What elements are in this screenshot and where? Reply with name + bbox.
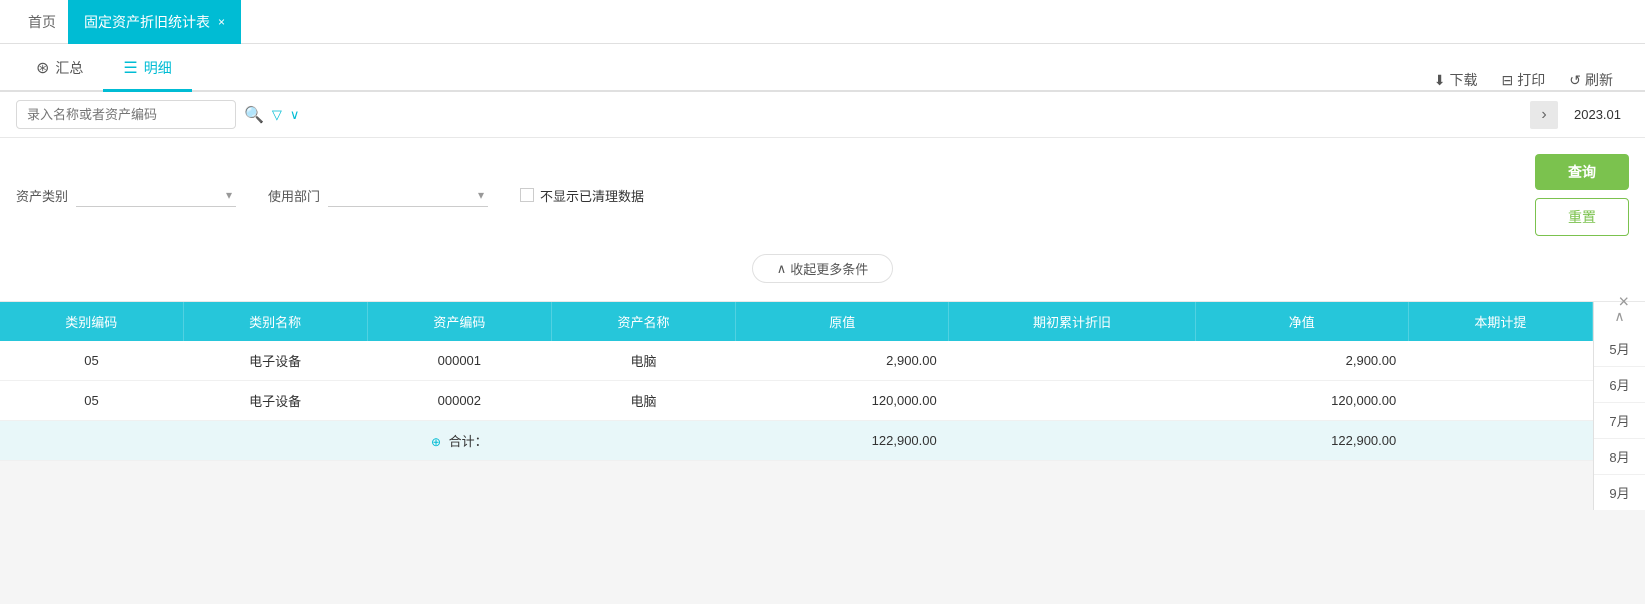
filter-row-1: 资产类别 使用部门 不显示已清理数据 查询 重置 [16, 154, 1629, 236]
month-9[interactable]: 9月 [1594, 475, 1645, 510]
query-button[interactable]: 查询 [1535, 154, 1629, 190]
cell-original-value: 2,900.00 [736, 341, 949, 381]
total-icon-cell [0, 421, 183, 461]
data-table: 类别编码 类别名称 资产编码 资产名称 原值 期初累计折旧 净值 本期计提 05… [0, 302, 1593, 461]
cell-accum-deprec [949, 381, 1195, 421]
print-icon: ⊟ [1502, 72, 1514, 89]
cell-asset-name: 电脑 [551, 341, 735, 381]
col-accum-deprec: 期初累计折旧 [949, 302, 1195, 341]
close-tab-button[interactable]: × [218, 15, 225, 29]
category-label: 资产类别 [16, 186, 68, 205]
month-6[interactable]: 6月 [1594, 367, 1645, 403]
exclude-cleared-label: 不显示已清理数据 [540, 186, 644, 205]
download-button[interactable]: ⬇ 下载 [1434, 70, 1478, 90]
month-5[interactable]: 5月 [1594, 331, 1645, 367]
search-icon[interactable]: 🔍 [244, 105, 264, 125]
cell-current-period [1408, 381, 1592, 421]
total-net-value: 122,900.00 [1195, 421, 1408, 461]
cell-asset-name: 电脑 [551, 381, 735, 421]
print-label: 打印 [1517, 70, 1545, 90]
content-area: 类别编码 类别名称 资产编码 资产名称 原值 期初累计折旧 净值 本期计提 05… [0, 302, 1645, 510]
tab-summary[interactable]: ⊛ 汇总 [16, 46, 103, 92]
collapse-bar: ∧ 收起更多条件 [16, 248, 1629, 293]
department-filter: 使用部门 [268, 183, 488, 207]
checkbox-box [520, 188, 534, 202]
top-nav: 首页 固定资产折旧统计表 × × [0, 0, 1645, 44]
print-button[interactable]: ⊟ 打印 [1502, 70, 1546, 90]
expand-panel-button[interactable]: › [1530, 101, 1558, 129]
cell-cat-code: 05 [0, 341, 183, 381]
cell-asset-code: 000001 [367, 341, 551, 381]
department-select-wrapper [328, 183, 488, 207]
tab-detail-label: 明细 [144, 58, 172, 78]
filter-icon: ▽ [272, 107, 282, 123]
filter-bar: 🔍 ▽ ∨ › 2023.01 [0, 92, 1645, 138]
cell-cat-code: 05 [0, 381, 183, 421]
total-row: ⊕ 合计： 122,900.00 122,900.00 [0, 421, 1593, 461]
date-display: 2023.01 [1566, 107, 1629, 122]
table-body: 05 电子设备 000001 电脑 2,900.00 2,900.00 05 电… [0, 341, 1593, 461]
detail-icon: ☰ [123, 58, 137, 78]
collapse-label: 收起更多条件 [790, 259, 868, 278]
department-select[interactable] [328, 183, 488, 207]
toolbar-actions: ⬇ 下载 ⊟ 打印 ↺ 刷新 [1434, 70, 1629, 90]
summary-icon: ⊛ [36, 58, 49, 78]
collapse-icon: ∧ [777, 261, 787, 277]
cell-asset-code: 000002 [367, 381, 551, 421]
cell-original-value: 120,000.00 [736, 381, 949, 421]
filter-actions: 查询 重置 [1535, 154, 1629, 236]
col-current-period: 本期计提 [1408, 302, 1592, 341]
cell-current-period [1408, 341, 1592, 381]
month-7[interactable]: 7月 [1594, 403, 1645, 439]
data-table-container: 类别编码 类别名称 资产编码 资产名称 原值 期初累计折旧 净值 本期计提 05… [0, 302, 1593, 510]
download-icon: ⬇ [1434, 72, 1446, 89]
col-asset-name: 资产名称 [551, 302, 735, 341]
col-asset-code: 资产编码 [367, 302, 551, 341]
advanced-filter-panel: 资产类别 使用部门 不显示已清理数据 查询 重置 ∧ [0, 138, 1645, 302]
col-cat-name: 类别名称 [183, 302, 367, 341]
exclude-cleared-checkbox[interactable]: 不显示已清理数据 [520, 186, 644, 205]
active-tab[interactable]: 固定资产折旧统计表 × [68, 0, 241, 44]
col-original-value: 原值 [736, 302, 949, 341]
window-close-button[interactable]: × [1618, 292, 1629, 313]
cell-accum-deprec [949, 341, 1195, 381]
download-label: 下载 [1450, 70, 1478, 90]
reset-button[interactable]: 重置 [1535, 198, 1629, 236]
total-original-value: 122,900.00 [736, 421, 949, 461]
table-header: 类别编码 类别名称 资产编码 资产名称 原值 期初累计折旧 净值 本期计提 [0, 302, 1593, 341]
category-filter: 资产类别 [16, 183, 236, 207]
cell-cat-name: 电子设备 [183, 341, 367, 381]
table-row: 05 电子设备 000001 电脑 2,900.00 2,900.00 [0, 341, 1593, 381]
right-sidebar: ∧ 5月 6月 7月 8月 9月 10月 11月 12月 2023 [1593, 302, 1645, 510]
collapse-button[interactable]: ∧ 收起更多条件 [752, 254, 894, 283]
total-current-period [1408, 421, 1592, 461]
table-row: 05 电子设备 000002 电脑 120,000.00 120,000.00 [0, 381, 1593, 421]
refresh-icon: ↺ [1569, 72, 1581, 89]
category-select[interactable] [76, 183, 236, 207]
month-8[interactable]: 8月 [1594, 439, 1645, 475]
search-input[interactable] [16, 100, 236, 129]
total-icon: ⊕ [431, 435, 441, 449]
total-label-cell: ⊕ 合计： [183, 421, 736, 461]
tab-summary-label: 汇总 [55, 58, 83, 78]
refresh-button[interactable]: ↺ 刷新 [1569, 70, 1613, 90]
col-net-value: 净值 [1195, 302, 1408, 341]
category-select-wrapper [76, 183, 236, 207]
cell-net-value: 2,900.00 [1195, 341, 1408, 381]
col-cat-code: 类别编码 [0, 302, 183, 341]
department-label: 使用部门 [268, 186, 320, 205]
total-accum-deprec [949, 421, 1195, 461]
total-label: 合计： [449, 434, 488, 449]
cell-net-value: 120,000.00 [1195, 381, 1408, 421]
home-nav-item[interactable]: 首页 [16, 12, 68, 32]
tab-label: 固定资产折旧统计表 [84, 12, 210, 32]
cell-cat-name: 电子设备 [183, 381, 367, 421]
sub-tabs-bar: ⊛ 汇总 ☰ 明细 ⬇ 下载 ⊟ 打印 ↺ 刷新 [0, 44, 1645, 92]
refresh-label: 刷新 [1585, 70, 1613, 90]
chevron-down-icon: ∨ [290, 107, 300, 123]
tab-detail[interactable]: ☰ 明细 [103, 46, 191, 92]
more-conditions-button[interactable]: ▽ ∨ [272, 107, 300, 123]
